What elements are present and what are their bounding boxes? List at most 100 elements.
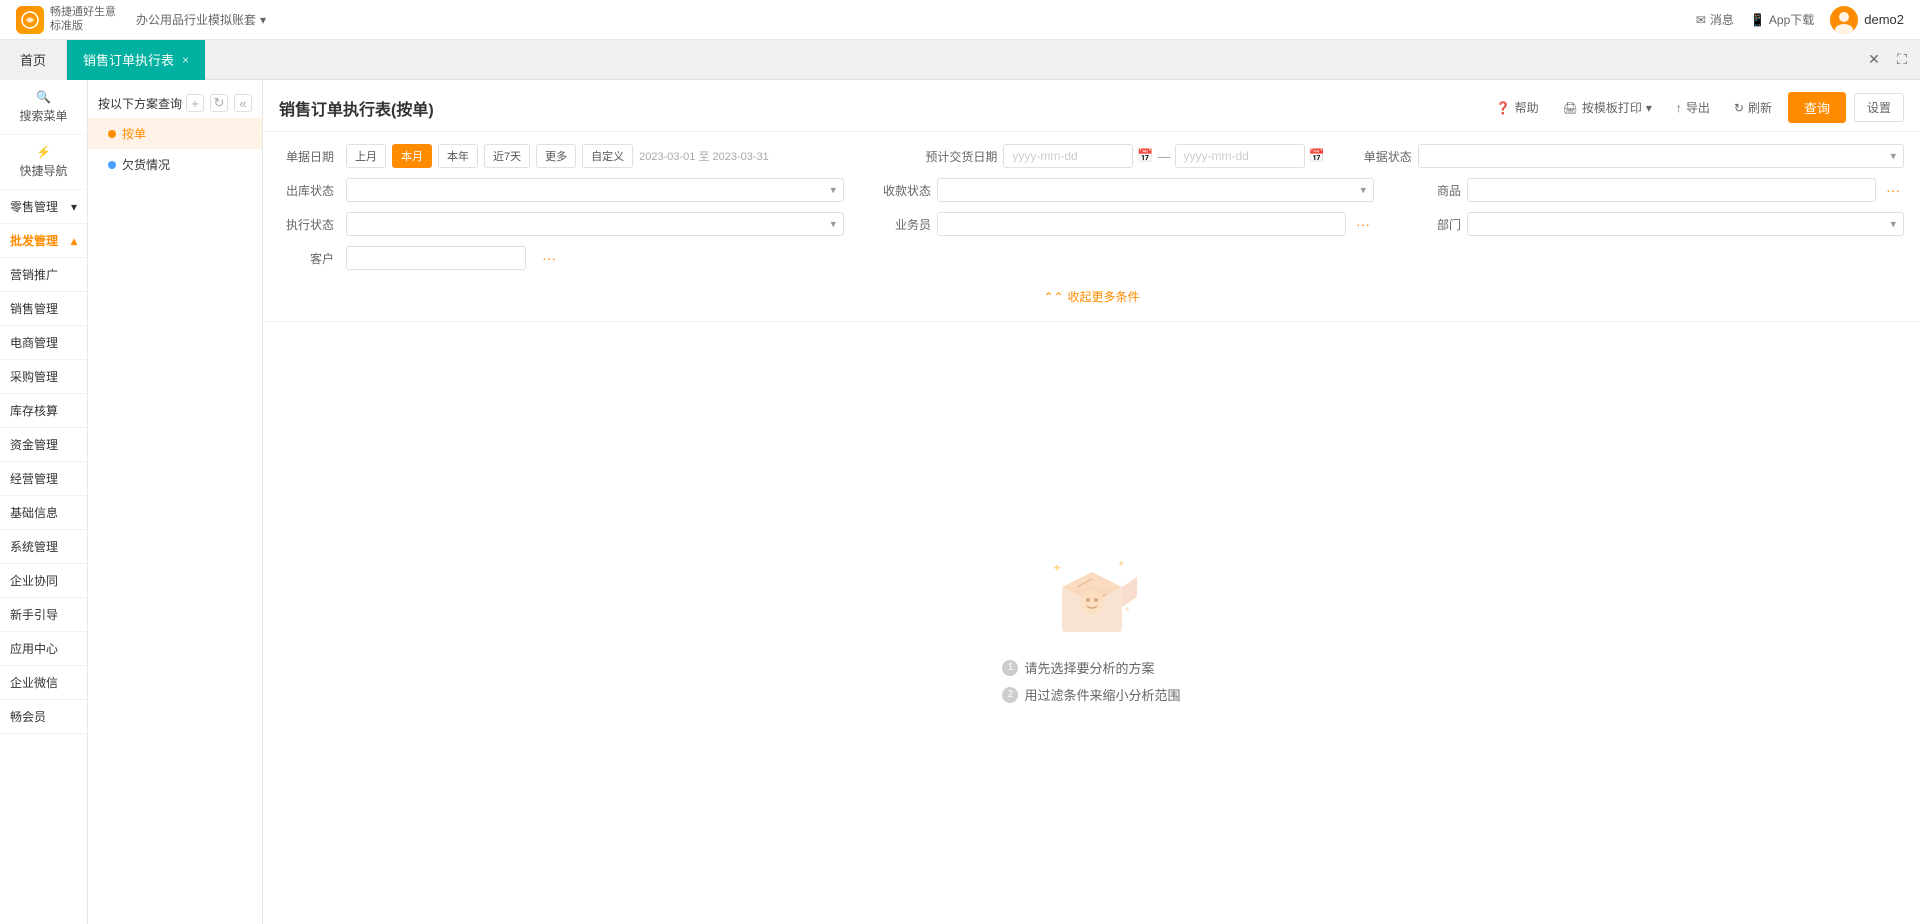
sidebar-item-quicknav[interactable]: ⚡ 快捷导航 (0, 135, 87, 190)
salesperson-dots-icon[interactable]: ··· (1352, 216, 1374, 232)
sidebar-item-wholesale[interactable]: 批发管理 ▴ (0, 224, 87, 258)
customer-dots-icon[interactable]: ··· (538, 250, 560, 266)
template-print-button[interactable]: 🖨 按模板打印 ▾ (1555, 95, 1660, 120)
exec-status-label: 执行状态 (279, 216, 334, 233)
expected-date-start[interactable] (1003, 144, 1133, 168)
customer-label: 客户 (279, 250, 334, 267)
header-right: ✉ 消息 📱 App下载 demo2 (1696, 6, 1904, 34)
goods-dots-icon[interactable]: ··· (1882, 182, 1904, 198)
tab-sales-order[interactable]: 销售订单执行表 × (67, 40, 205, 80)
refresh-button[interactable]: ↻ 刷新 (1726, 95, 1780, 120)
panel-icons: + ↻ « (186, 94, 252, 112)
doc-status-section: 单据状态 (1357, 144, 1904, 168)
print-icon: 🖨 (1563, 101, 1578, 115)
svg-text:✦: ✦ (1124, 605, 1131, 614)
cal-icon-end[interactable]: 📅 (1309, 148, 1325, 164)
date-label: 单据日期 (279, 148, 334, 165)
app-download-button[interactable]: 📱 App下载 (1750, 11, 1814, 28)
sidebar-item-system[interactable]: 系统管理 (0, 530, 87, 564)
message-button[interactable]: ✉ 消息 (1696, 11, 1734, 28)
quicknav-icon: ⚡ (36, 145, 51, 159)
filter-row-3: 执行状态 业务员 ··· 部门 (279, 212, 1904, 236)
plan-item-stock-situation[interactable]: 欠货情况 (88, 149, 262, 180)
chevron-icon: ▾ (71, 200, 77, 214)
export-button[interactable]: ↑ 导出 (1668, 95, 1718, 120)
collapse-button[interactable]: ⌃⌃ 收起更多条件 (279, 280, 1904, 309)
sidebar: 🔍 搜索菜单 ⚡ 快捷导航 零售管理 ▾ 批发管理 ▴ 营销推广 销售管理 电商… (0, 80, 88, 924)
date-btn-7days[interactable]: 近7天 (484, 144, 530, 168)
expected-date-end[interactable] (1175, 144, 1305, 168)
customer-input[interactable] (346, 246, 526, 270)
salesperson-input[interactable] (937, 212, 1346, 236)
sidebar-item-inventory[interactable]: 库存核算 (0, 394, 87, 428)
sidebar-item-member[interactable]: 畅会员 (0, 700, 87, 734)
tab-close-icon[interactable]: × (182, 53, 189, 67)
empty-illustration: ✦ ✦ ✦ (1042, 542, 1142, 642)
collapse-panel-icon[interactable]: « (234, 94, 252, 112)
sidebar-item-finance[interactable]: 资金管理 (0, 428, 87, 462)
department-select[interactable] (1467, 212, 1904, 236)
breadcrumb[interactable]: 办公用品行业模拟账套 ▾ (136, 11, 266, 28)
expected-date-section: 预计交货日期 📅 — 📅 (925, 144, 1324, 168)
refresh-plan-icon[interactable]: ↻ (210, 94, 228, 112)
page-content: 销售订单执行表(按单) ❓ 帮助 🖨 按模板打印 ▾ ↑ 导出 (263, 80, 1920, 924)
sidebar-item-ecommerce[interactable]: 电商管理 (0, 326, 87, 360)
date-btn-more[interactable]: 更多 (536, 144, 576, 168)
sidebar-item-enterprise[interactable]: 企业协同 (0, 564, 87, 598)
breadcrumb-arrow-icon: ▾ (260, 13, 266, 27)
date-divider: — (1158, 149, 1171, 164)
salesperson-section: 业务员 ··· (876, 212, 1374, 236)
query-button[interactable]: 查询 (1788, 92, 1846, 123)
sidebar-item-basic[interactable]: 基础信息 (0, 496, 87, 530)
empty-tips: 1 请先选择要分析的方案 2 用过滤条件来缩小分析范围 (1002, 658, 1180, 704)
main-layout: 🔍 搜索菜单 ⚡ 快捷导航 零售管理 ▾ 批发管理 ▴ 营销推广 销售管理 电商… (0, 80, 1920, 924)
date-range-display: 2023-03-01 至 2023-03-31 (639, 148, 769, 164)
svg-text:✦: ✦ (1052, 561, 1062, 575)
department-label: 部门 (1406, 216, 1461, 233)
user-menu[interactable]: demo2 (1830, 6, 1904, 34)
date-btn-this-month[interactable]: 本月 (392, 144, 432, 168)
doc-status-select[interactable] (1418, 144, 1904, 168)
delivery-status-label: 出库状态 (279, 182, 334, 199)
header-left: 畅捷通好生意 标准版 办公用品行业模拟账套 ▾ (16, 6, 266, 34)
department-section: 部门 (1406, 212, 1904, 236)
filter-row-4: 客户 ··· (279, 246, 1904, 270)
chevron-up-icon: ▴ (71, 234, 77, 248)
logo-icon (16, 6, 44, 34)
page-header: 销售订单执行表(按单) ❓ 帮助 🖨 按模板打印 ▾ ↑ 导出 (263, 80, 1920, 132)
goods-input[interactable] (1467, 178, 1876, 202)
tab-bar: 首页 销售订单执行表 × ✕ ⛶ (0, 40, 1920, 80)
collection-status-select[interactable] (937, 178, 1374, 202)
doc-status-select-wrapper (1418, 144, 1904, 168)
date-btn-last-month[interactable]: 上月 (346, 144, 386, 168)
sidebar-item-newbie[interactable]: 新手引导 (0, 598, 87, 632)
sidebar-item-marketing[interactable]: 营销推广 (0, 258, 87, 292)
sidebar-item-sales[interactable]: 销售管理 (0, 292, 87, 326)
exec-status-select[interactable] (346, 212, 844, 236)
salesperson-label: 业务员 (876, 216, 931, 233)
sidebar-item-corpwechat[interactable]: 企业微信 (0, 666, 87, 700)
help-icon: ❓ (1496, 101, 1511, 115)
tab-close-window-icon[interactable]: ✕ (1864, 50, 1884, 70)
empty-tip-1: 1 请先选择要分析的方案 (1002, 658, 1180, 677)
search-icon: 🔍 (36, 90, 51, 104)
cal-icon-start[interactable]: 📅 (1137, 148, 1153, 164)
date-btn-custom[interactable]: 自定义 (582, 144, 633, 168)
delivery-status-select[interactable] (346, 178, 844, 202)
tab-home[interactable]: 首页 (0, 40, 67, 80)
sidebar-item-retail[interactable]: 零售管理 ▾ (0, 190, 87, 224)
sidebar-item-appcenter[interactable]: 应用中心 (0, 632, 87, 666)
settings-button[interactable]: 设置 (1854, 93, 1904, 122)
help-button[interactable]: ❓ 帮助 (1488, 95, 1547, 120)
sidebar-item-purchase[interactable]: 采购管理 (0, 360, 87, 394)
add-plan-icon[interactable]: + (186, 94, 204, 112)
empty-state: ✦ ✦ ✦ 1 请先选择要分析的方案 2 用过滤条件来缩小分析范围 (263, 322, 1920, 924)
sidebar-item-search[interactable]: 🔍 搜索菜单 (0, 80, 87, 135)
avatar (1830, 6, 1858, 34)
message-icon: ✉ (1696, 13, 1706, 27)
plan-item-by-order[interactable]: 按单 (88, 118, 262, 149)
date-btn-this-year[interactable]: 本年 (438, 144, 478, 168)
sidebar-item-operations[interactable]: 经营管理 (0, 462, 87, 496)
print-dropdown-icon: ▾ (1646, 101, 1652, 115)
tab-maximize-icon[interactable]: ⛶ (1892, 50, 1912, 70)
